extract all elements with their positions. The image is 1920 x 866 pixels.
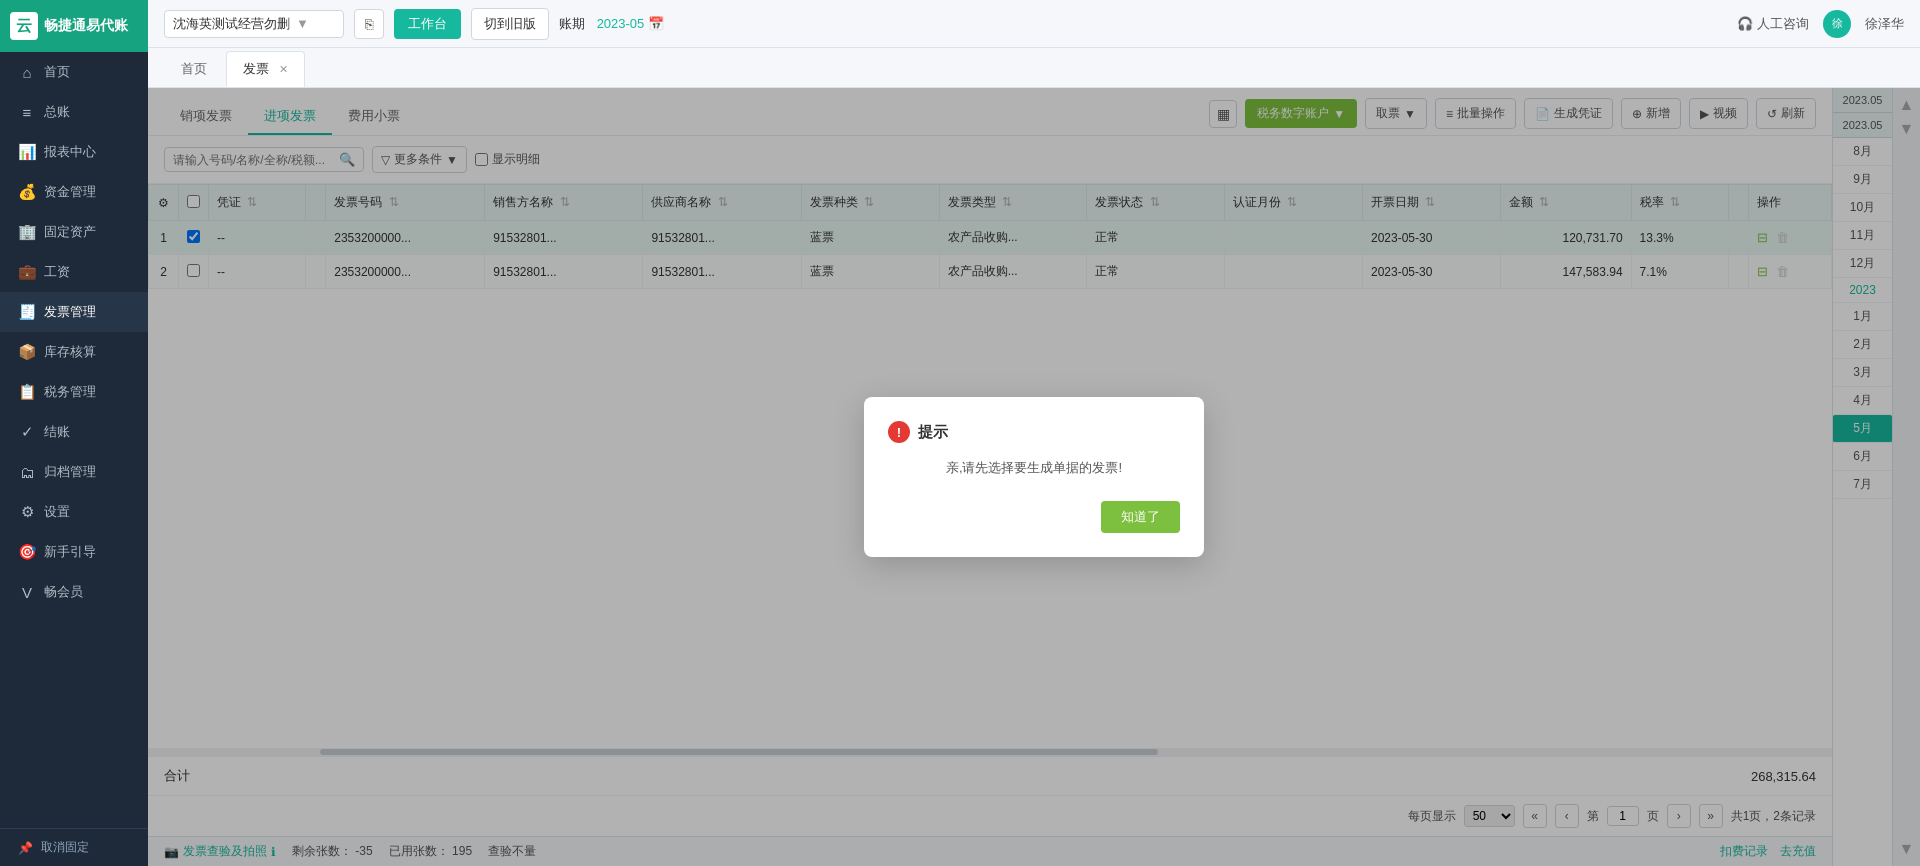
sidebar-item-settle[interactable]: ✓ 结账 [0,412,148,452]
settle-icon: ✓ [18,423,36,441]
home-icon: ⌂ [18,64,36,81]
guide-icon: 🎯 [18,543,36,561]
company-name: 沈海英测试经营勿删 [173,15,290,33]
member-icon: V [18,584,36,601]
tab-close-icon[interactable]: ✕ [279,63,288,75]
tab-invoice[interactable]: 发票 ✕ [226,51,305,87]
customer-service-button[interactable]: 🎧 人工咨询 [1737,15,1809,33]
chevron-down-icon: ▼ [296,16,309,31]
app-logo: 云 畅捷通易代账 [0,0,148,52]
sidebar-item-reports[interactable]: 📊 报表中心 [0,132,148,172]
settings-icon: ⚙ [18,503,36,521]
payroll-icon: 💼 [18,263,36,281]
sidebar-item-inventory[interactable]: 📦 库存核算 [0,332,148,372]
sidebar-item-capital[interactable]: 💰 资金管理 [0,172,148,212]
topbar: 沈海英测试经营勿删 ▼ ⎘ 工作台 切到旧版 账期 2023-05 📅 🎧 人工… [148,0,1920,48]
sidebar: 云 畅捷通易代账 ⌂ 首页 ≡ 总账 📊 报表中心 💰 资金管理 🏢 固定资产 … [0,0,148,866]
sidebar-item-member[interactable]: V 畅会员 [0,572,148,612]
modal-confirm-button[interactable]: 知道了 [1101,501,1180,533]
sidebar-item-guide[interactable]: 🎯 新手引导 [0,532,148,572]
archive-icon: 🗂 [18,464,36,481]
tax-icon: 📋 [18,383,36,401]
modal-message: 亲,请先选择要生成单据的发票! [888,459,1180,477]
modal-overlay: ! 提示 亲,请先选择要生成单据的发票! 知道了 [148,88,1920,866]
tab-home[interactable]: 首页 [164,51,224,87]
assets-icon: 🏢 [18,223,36,241]
ledger-icon: ≡ [18,104,36,121]
inventory-icon: 📦 [18,343,36,361]
app-name: 畅捷通易代账 [44,17,128,35]
content-area: 销项发票 进项发票 费用小票 ▦ 税务数字账户 ▼ [148,88,1920,866]
headset-icon: 🎧 [1737,16,1753,31]
period-label: 账期 2023-05 📅 [559,15,664,33]
modal-title-row: ! 提示 [888,421,1180,443]
logo-icon: 云 [10,12,38,40]
workspace-button[interactable]: 工作台 [394,9,461,39]
capital-icon: 💰 [18,183,36,201]
sidebar-item-tax[interactable]: 📋 税务管理 [0,372,148,412]
sidebar-item-invoice[interactable]: 🧾 发票管理 [0,292,148,332]
sidebar-item-payroll[interactable]: 💼 工资 [0,252,148,292]
period-value: 2023-05 [597,16,645,31]
copy-button[interactable]: ⎘ [354,9,384,39]
sidebar-item-home[interactable]: ⌂ 首页 [0,52,148,92]
username: 徐泽华 [1865,15,1904,33]
modal-title-text: 提示 [918,423,948,442]
sidebar-item-ledger[interactable]: ≡ 总账 [0,92,148,132]
calendar-icon: 📅 [648,16,664,31]
invoice-icon: 🧾 [18,303,36,321]
user-avatar: 徐 [1823,10,1851,38]
switch-version-button[interactable]: 切到旧版 [471,8,549,40]
sidebar-item-settings[interactable]: ⚙ 设置 [0,492,148,532]
copy-icon: ⎘ [365,16,373,32]
topbar-right: 🎧 人工咨询 徐 徐泽华 [1737,10,1904,38]
main-area: 沈海英测试经营勿删 ▼ ⎘ 工作台 切到旧版 账期 2023-05 📅 🎧 人工… [148,0,1920,866]
company-selector[interactable]: 沈海英测试经营勿删 ▼ [164,10,344,38]
modal-footer: 知道了 [888,501,1180,533]
sidebar-item-assets[interactable]: 🏢 固定资产 [0,212,148,252]
tabbar: 首页 发票 ✕ [148,48,1920,88]
sidebar-item-archive[interactable]: 🗂 归档管理 [0,452,148,492]
cancel-fixed-button[interactable]: 📌 取消固定 [0,828,148,866]
warning-icon: ! [888,421,910,443]
pin-icon: 📌 [18,841,33,855]
modal-dialog: ! 提示 亲,请先选择要生成单据的发票! 知道了 [864,397,1204,557]
reports-icon: 📊 [18,143,36,161]
